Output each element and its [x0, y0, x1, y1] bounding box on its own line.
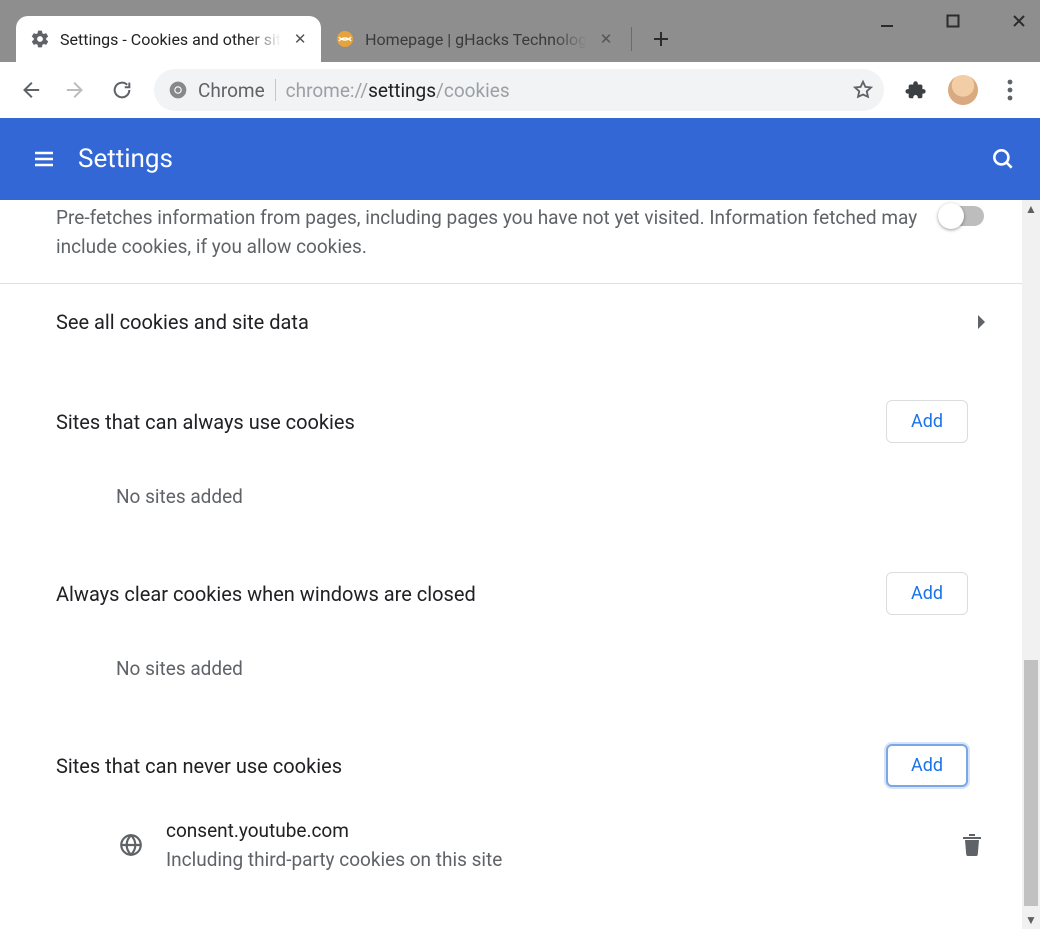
- ghacks-icon: [335, 29, 355, 49]
- browser-menu-button[interactable]: [990, 70, 1030, 110]
- globe-icon: [116, 832, 146, 858]
- scrollbar-thumb[interactable]: [1024, 660, 1038, 906]
- chevron-right-icon: [976, 314, 988, 330]
- gear-icon: [30, 29, 50, 49]
- menu-icon[interactable]: [24, 139, 64, 179]
- window-titlebar: Settings - Cookies and other sit ✕ Homep…: [0, 0, 1040, 62]
- close-icon[interactable]: ✕: [597, 30, 615, 48]
- delete-site-button[interactable]: [962, 833, 982, 857]
- clear-empty-state: No sites added: [0, 623, 1022, 704]
- tab-settings-cookies[interactable]: Settings - Cookies and other sit ✕: [16, 16, 321, 62]
- address-bar[interactable]: Chrome chrome://settings/cookies: [154, 69, 884, 111]
- scroll-down-icon[interactable]: ▼: [1022, 911, 1040, 929]
- site-host: consent.youtube.com: [166, 819, 502, 842]
- scroll-up-icon[interactable]: ▲: [1022, 200, 1040, 218]
- extensions-button[interactable]: [896, 70, 936, 110]
- vertical-scrollbar[interactable]: ▲ ▼: [1022, 200, 1040, 929]
- prefetch-toggle[interactable]: [940, 206, 984, 226]
- profile-avatar[interactable]: [948, 75, 978, 105]
- browser-tabs: Settings - Cookies and other sit ✕ Homep…: [0, 16, 676, 62]
- tab-ghacks[interactable]: Homepage | gHacks Technolog ✕: [321, 16, 627, 62]
- section-title: Sites that can always use cookies: [56, 410, 355, 434]
- section-title: Sites that can never use cookies: [56, 754, 342, 778]
- settings-header: Settings: [0, 118, 1040, 200]
- add-allow-button[interactable]: Add: [886, 400, 968, 443]
- section-allow-cookies: Sites that can always use cookies Add: [0, 360, 1022, 451]
- back-button[interactable]: [10, 70, 50, 110]
- see-all-cookies-link[interactable]: See all cookies and site data: [0, 284, 1022, 360]
- search-icon[interactable]: [990, 146, 1016, 172]
- allow-empty-state: No sites added: [0, 451, 1022, 532]
- maximize-button[interactable]: [938, 6, 968, 36]
- prefetch-description: Pre-fetches information from pages, incl…: [56, 204, 940, 261]
- section-block-cookies: Sites that can never use cookies Add: [0, 704, 1022, 795]
- prefetch-setting-row: Pre-fetches information from pages, incl…: [0, 200, 1022, 283]
- origin-label: Chrome: [198, 79, 265, 102]
- chrome-logo-icon: [168, 80, 188, 100]
- tab-separator: [631, 27, 632, 51]
- section-title: Always clear cookies when windows are cl…: [56, 582, 476, 606]
- close-window-button[interactable]: [1004, 6, 1034, 36]
- add-block-button[interactable]: Add: [886, 744, 968, 787]
- add-clear-button[interactable]: Add: [886, 572, 968, 615]
- new-tab-button[interactable]: [646, 24, 676, 54]
- site-detail: Including third-party cookies on this si…: [166, 848, 502, 871]
- browser-toolbar: Chrome chrome://settings/cookies: [0, 62, 1040, 118]
- blocked-site-row: consent.youtube.com Including third-part…: [0, 795, 1022, 887]
- separator: [275, 79, 276, 101]
- bookmark-star-icon[interactable]: [852, 79, 874, 101]
- see-all-label: See all cookies and site data: [56, 310, 309, 334]
- tab-title: Homepage | gHacks Technolog: [365, 30, 587, 49]
- section-clear-on-close: Always clear cookies when windows are cl…: [0, 532, 1022, 623]
- forward-button[interactable]: [56, 70, 96, 110]
- tab-title: Settings - Cookies and other sit: [60, 30, 281, 49]
- window-controls: [872, 6, 1034, 36]
- bottom-gutter: [0, 929, 1040, 943]
- page-title: Settings: [78, 144, 173, 174]
- minimize-button[interactable]: [872, 6, 902, 36]
- close-icon[interactable]: ✕: [291, 30, 309, 48]
- url-text: chrome://settings/cookies: [286, 79, 510, 102]
- settings-content: Pre-fetches information from pages, incl…: [0, 200, 1022, 929]
- reload-button[interactable]: [102, 70, 142, 110]
